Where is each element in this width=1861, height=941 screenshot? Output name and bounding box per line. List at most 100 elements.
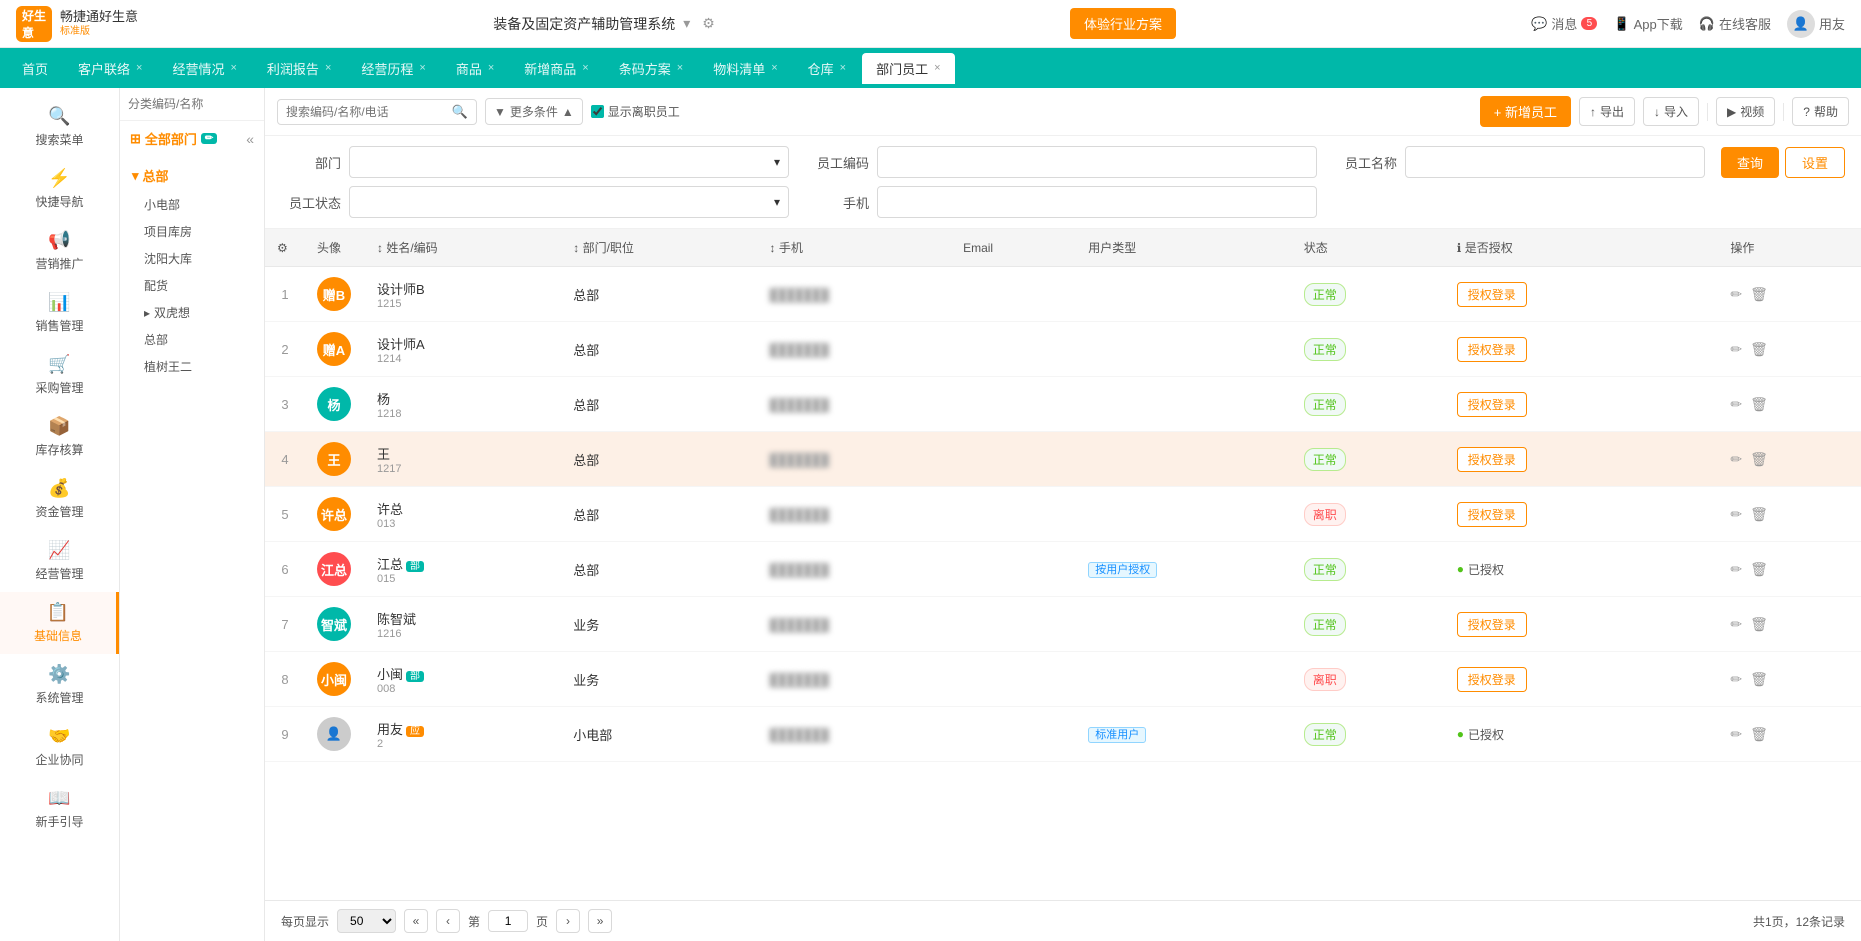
- tab-operations[interactable]: 经营情况 ×: [158, 53, 250, 84]
- delete-icon[interactable]: 🗑: [1750, 561, 1768, 578]
- auth-button[interactable]: 授权登录: [1457, 282, 1527, 307]
- edit-icon[interactable]: ✏: [1730, 726, 1742, 743]
- edit-icon[interactable]: ✏: [1730, 451, 1742, 468]
- dept-select[interactable]: ▾: [349, 146, 789, 178]
- edit-icon[interactable]: ✏: [1730, 286, 1742, 303]
- edit-icon[interactable]: ✏: [1730, 671, 1742, 688]
- page-input[interactable]: [488, 910, 528, 932]
- phone-input[interactable]: [877, 186, 1317, 218]
- sidebar-item-marketing[interactable]: 📢 营销推广: [0, 220, 119, 282]
- tab-barcode[interactable]: 条码方案 ×: [605, 53, 697, 84]
- emp-status-select[interactable]: ▾: [349, 186, 789, 218]
- sidebar-item-sales[interactable]: 📊 销售管理: [0, 282, 119, 344]
- dept-search-input[interactable]: [128, 97, 265, 111]
- close-icon[interactable]: ×: [582, 62, 588, 74]
- dept-section-general[interactable]: ▾ 总部: [120, 160, 264, 191]
- help-button[interactable]: ? 帮助: [1792, 97, 1849, 126]
- edit-icon[interactable]: ✏: [1730, 616, 1742, 633]
- tab-add-goods[interactable]: 新增商品 ×: [510, 53, 602, 84]
- tab-warehouse[interactable]: 仓库 ×: [794, 53, 860, 84]
- auth-button[interactable]: 授权登录: [1457, 392, 1527, 417]
- search-input[interactable]: [286, 105, 448, 119]
- delete-icon[interactable]: 🗑: [1750, 506, 1768, 523]
- all-dept-label[interactable]: ⊞ 全部部门 ✏: [130, 129, 217, 148]
- edit-icon[interactable]: ✏: [1730, 341, 1742, 358]
- chevron-down-icon[interactable]: ▾: [683, 15, 690, 32]
- delete-icon[interactable]: 🗑: [1750, 396, 1768, 413]
- next-page-btn[interactable]: ›: [556, 909, 580, 933]
- delete-icon[interactable]: 🗑: [1750, 671, 1768, 688]
- online-service-area[interactable]: 🎧 在线客服: [1699, 14, 1771, 33]
- export-button[interactable]: ↑ 导出: [1579, 97, 1635, 126]
- edit-icon[interactable]: ✏: [1730, 396, 1742, 413]
- sidebar-item-finance[interactable]: 💰 资金管理: [0, 468, 119, 530]
- search-icon[interactable]: 🔍: [452, 104, 468, 120]
- close-icon[interactable]: ×: [677, 62, 683, 74]
- sidebar-item-search[interactable]: 🔍 搜索菜单: [0, 96, 119, 158]
- show-resigned-checkbox[interactable]: [591, 105, 604, 118]
- dept-item-project[interactable]: 项目库房: [120, 218, 264, 245]
- sidebar-item-inventory[interactable]: 📦 库存核算: [0, 406, 119, 468]
- delete-icon[interactable]: 🗑: [1750, 451, 1768, 468]
- dept-item-zhishu[interactable]: 植树王二: [120, 353, 264, 380]
- set-button[interactable]: 设置: [1785, 147, 1845, 178]
- th-dept[interactable]: ↕ 部门/职位: [561, 229, 757, 267]
- tab-employees[interactable]: 部门员工 ×: [862, 53, 954, 84]
- edit-icon[interactable]: ✏: [1730, 561, 1742, 578]
- close-icon[interactable]: ×: [488, 62, 494, 74]
- user-area[interactable]: 👤 用友: [1787, 10, 1845, 38]
- tab-home[interactable]: 首页: [8, 53, 62, 84]
- close-icon[interactable]: ×: [840, 62, 846, 74]
- close-icon[interactable]: ×: [230, 62, 236, 74]
- import-button[interactable]: ↓ 导入: [1643, 97, 1699, 126]
- query-button[interactable]: 查询: [1721, 147, 1779, 178]
- delete-icon[interactable]: 🗑: [1750, 341, 1768, 358]
- delete-icon[interactable]: 🗑: [1750, 616, 1768, 633]
- auth-button[interactable]: 授权登录: [1457, 337, 1527, 362]
- app-download-area[interactable]: 📱 App下载: [1613, 14, 1682, 33]
- auth-button[interactable]: 授权登录: [1457, 447, 1527, 472]
- sidebar-item-system[interactable]: ⚙️ 系统管理: [0, 654, 119, 716]
- message-icon-area[interactable]: 💬 消息 5: [1531, 14, 1597, 33]
- prev-page-btn[interactable]: ‹: [436, 909, 460, 933]
- dept-item-shuanghu[interactable]: ▸ 双虎想: [120, 299, 264, 326]
- sidebar-item-operations[interactable]: 📈 经营管理: [0, 530, 119, 592]
- dept-item-xiaodian[interactable]: 小电部: [120, 191, 264, 218]
- tab-customer[interactable]: 客户联络 ×: [64, 53, 156, 84]
- close-icon[interactable]: ×: [136, 62, 142, 74]
- settings-icon[interactable]: ⚙: [702, 15, 715, 32]
- auth-button[interactable]: 授权登录: [1457, 502, 1527, 527]
- emp-name-input[interactable]: [1405, 146, 1705, 178]
- tab-goods[interactable]: 商品 ×: [442, 53, 508, 84]
- auth-button[interactable]: 授权登录: [1457, 667, 1527, 692]
- auth-button[interactable]: 授权登录: [1457, 612, 1527, 637]
- add-employee-button[interactable]: + 新增员工: [1480, 96, 1571, 127]
- sidebar-item-guide[interactable]: 📖 新手引导: [0, 778, 119, 840]
- sidebar-item-purchase[interactable]: 🛒 采购管理: [0, 344, 119, 406]
- dept-item-shenyang[interactable]: 沈阳大库: [120, 245, 264, 272]
- close-icon[interactable]: ×: [771, 62, 777, 74]
- tab-history[interactable]: 经营历程 ×: [347, 53, 439, 84]
- th-settings[interactable]: ⚙: [265, 229, 305, 267]
- sidebar-item-collab[interactable]: 🤝 企业协同: [0, 716, 119, 778]
- close-icon[interactable]: ×: [934, 62, 940, 74]
- sidebar-item-basic[interactable]: 📋 基础信息: [0, 592, 119, 654]
- page-size-select[interactable]: 50 100 200: [337, 909, 396, 933]
- dept-item-distribution[interactable]: 配货: [120, 272, 264, 299]
- first-page-btn[interactable]: «: [404, 909, 428, 933]
- last-page-btn[interactable]: »: [588, 909, 612, 933]
- emp-code-input[interactable]: [877, 146, 1317, 178]
- th-phone[interactable]: ↕ 手机: [758, 229, 952, 267]
- dept-item-zongbu[interactable]: 总部: [120, 326, 264, 353]
- delete-icon[interactable]: 🗑: [1750, 286, 1768, 303]
- view-button[interactable]: ▶ 视频: [1716, 97, 1775, 126]
- th-name[interactable]: ↕ 姓名/编码: [365, 229, 561, 267]
- close-icon[interactable]: ×: [325, 62, 331, 74]
- tab-bom[interactable]: 物料清单 ×: [699, 53, 791, 84]
- sidebar-item-quick[interactable]: ⚡ 快捷导航: [0, 158, 119, 220]
- dept-edit-icon[interactable]: ✏: [201, 133, 217, 144]
- more-conditions-btn[interactable]: ▼ 更多条件 ▲: [485, 98, 583, 125]
- show-resigned-wrap[interactable]: 显示离职员工: [591, 103, 680, 120]
- tab-profit[interactable]: 利润报告 ×: [253, 53, 345, 84]
- dept-collapse-icon[interactable]: «: [246, 131, 254, 147]
